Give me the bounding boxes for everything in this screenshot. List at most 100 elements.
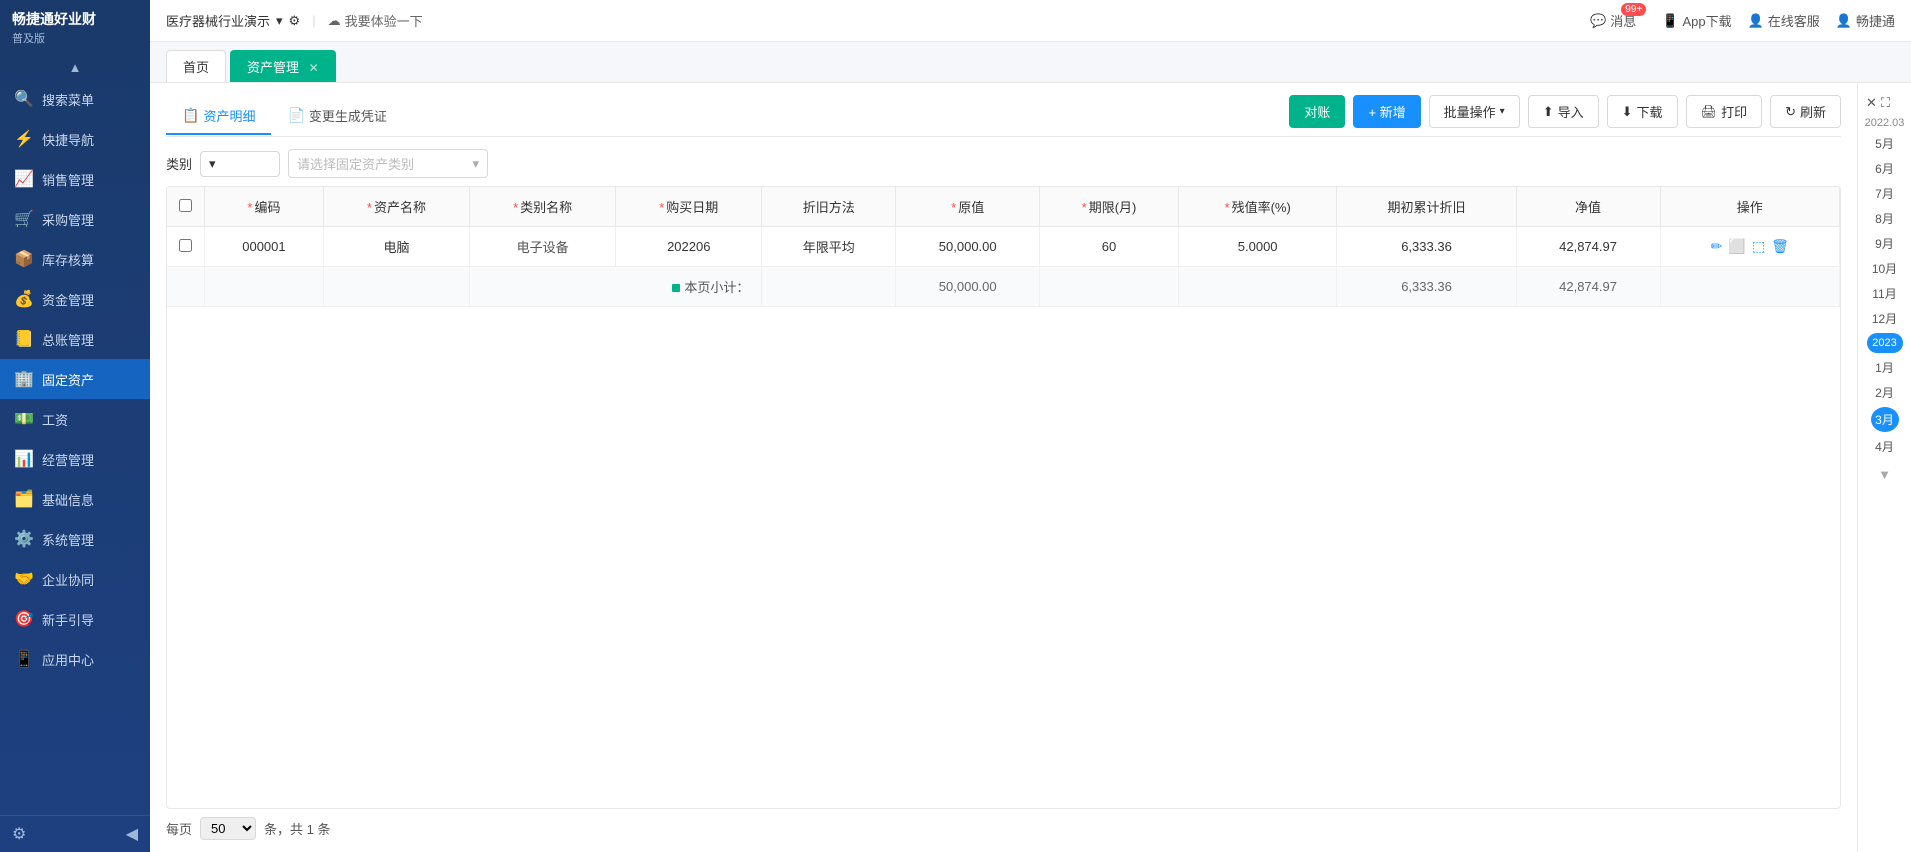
header-code: *编码	[205, 187, 324, 227]
month-10[interactable]: 10月	[1858, 256, 1911, 281]
month-8[interactable]: 8月	[1858, 206, 1911, 231]
month-6[interactable]: 6月	[1858, 156, 1911, 181]
sidebar-item-快捷导航[interactable]: ⚡ 快捷导航	[0, 119, 150, 159]
header-depreciation-method: 折旧方法	[762, 187, 896, 227]
sidebar-label-6: 总账管理	[42, 330, 94, 349]
sidebar-item-固定资产[interactable]: 🏢固定资产	[0, 359, 150, 399]
cell-depreciation-method-0: 年限平均	[762, 227, 896, 267]
experience-button[interactable]: ☁ 我要体验一下	[328, 11, 423, 30]
month-1-2023[interactable]: 1月	[1858, 355, 1911, 380]
month-12[interactable]: 12月	[1858, 306, 1911, 331]
collapse-icon[interactable]: ◀	[126, 824, 138, 844]
row-checkbox-0[interactable]	[179, 239, 192, 252]
sidebar-item-库存核算[interactable]: 📦库存核算	[0, 239, 150, 279]
main-area: 医疗器械行业演示 ▾ ⚙ | ☁ 我要体验一下 💬 消息 99+ 📱 App下载…	[150, 0, 1911, 852]
expand-panel-icon[interactable]: ⛶	[1881, 95, 1890, 111]
sidebar-item-系统管理[interactable]: ⚙️系统管理	[0, 519, 150, 559]
import-button[interactable]: ⬆ 导入	[1528, 95, 1599, 128]
sidebar-item-搜索菜单[interactable]: 🔍搜索菜单	[0, 79, 150, 119]
subtotal-label: 本页小计：	[470, 267, 762, 307]
category-select-arrow: ▾	[209, 156, 216, 172]
year-2022-label: 2022.03	[1858, 115, 1911, 131]
month-5[interactable]: 5月	[1858, 131, 1911, 156]
month-3-2023[interactable]: 3月	[1871, 407, 1899, 432]
sidebar-icon-4: 📦	[14, 249, 34, 269]
month-4-2023[interactable]: 4月	[1858, 434, 1911, 459]
app-title: 畅捷通好业财	[12, 10, 96, 28]
message-badge[interactable]: 💬 消息 99+	[1590, 11, 1636, 30]
asset-detail-icon: 📋	[182, 107, 199, 124]
sidebar-item-销售管理[interactable]: 📈 销售管理	[0, 159, 150, 199]
cell-name-0: 电脑	[323, 227, 469, 267]
subtotal-empty-0	[167, 267, 205, 307]
sidebar-item-采购管理[interactable]: 🛒采购管理	[0, 199, 150, 239]
scroll-down-panel[interactable]: ▼	[1878, 467, 1891, 482]
new-button[interactable]: + 新增	[1353, 95, 1420, 128]
new-label: + 新增	[1368, 102, 1405, 121]
sub-tab-asset-detail[interactable]: 📋 资产明细	[166, 98, 271, 135]
page-content: 📋 资产明细 📄 变更生成凭证 对账 + 新增 批量操作	[150, 83, 1857, 852]
close-panel-icon[interactable]: ✕	[1866, 95, 1877, 111]
sidebar-scroll-up[interactable]: ▲	[0, 56, 150, 79]
sidebar-item-总账管理[interactable]: 📒总账管理	[0, 319, 150, 359]
experience-text: 我要体验一下	[345, 11, 423, 30]
more-icon-0[interactable]: ⬚	[1752, 238, 1765, 255]
category-select[interactable]: ▾	[200, 151, 280, 177]
tab-close-icon[interactable]: ✕	[309, 61, 319, 75]
sidebar-icon-13: 🎯	[14, 609, 34, 629]
tab-asset-management[interactable]: 资产管理 ✕	[230, 50, 336, 82]
company-selector[interactable]: 医疗器械行业演示 ▾ ⚙	[166, 11, 300, 30]
category-input[interactable]: 请选择固定资产类别 ▾	[288, 149, 488, 178]
sidebar-label-1: 快捷导航	[42, 130, 94, 149]
sub-tab-voucher[interactable]: 📄 变更生成凭证	[271, 98, 402, 135]
per-page-select[interactable]: 50 100	[200, 817, 256, 840]
cell-original-value-0: 50,000.00	[896, 227, 1040, 267]
edit-icon-0[interactable]: ✏	[1711, 238, 1723, 255]
settings-icon[interactable]: ⚙	[12, 824, 26, 844]
select-all-checkbox[interactable]	[179, 199, 192, 212]
sidebar-icon-2: 📈	[14, 169, 34, 189]
sidebar-item-应用中心[interactable]: 📱应用中心	[0, 639, 150, 679]
sidebar-item-企业协同[interactable]: 🤝企业协同	[0, 559, 150, 599]
app-download-label: App下载	[1682, 11, 1731, 30]
month-7[interactable]: 7月	[1858, 181, 1911, 206]
header-name: *资产名称	[323, 187, 469, 227]
sub-tab-voucher-label: 变更生成凭证	[309, 106, 387, 125]
print-button[interactable]: 🖨 打印	[1686, 95, 1763, 128]
download-button[interactable]: ⬇ 下载	[1607, 95, 1678, 128]
topbar: 医疗器械行业演示 ▾ ⚙ | ☁ 我要体验一下 💬 消息 99+ 📱 App下载…	[150, 0, 1911, 42]
month-2-2023[interactable]: 2月	[1858, 380, 1911, 405]
sidebar-item-工资[interactable]: 💵工资	[0, 399, 150, 439]
sidebar-item-经营管理[interactable]: 📊经营管理	[0, 439, 150, 479]
sidebar-label-2: 销售管理	[42, 170, 94, 189]
refresh-label: 刷新	[1800, 102, 1826, 121]
settings-company-icon[interactable]: ⚙	[289, 13, 301, 29]
print-icon: 🖨	[1701, 104, 1718, 120]
sidebar-label-7: 固定资产	[42, 370, 94, 389]
sidebar-item-基础信息[interactable]: 🗂️基础信息	[0, 479, 150, 519]
header-net-value: 净值	[1516, 187, 1660, 227]
user-avatar[interactable]: 👤 畅捷通	[1836, 11, 1895, 30]
company-dropdown-icon: ▾	[276, 13, 283, 29]
sidebar-item-新手引导[interactable]: 🎯新手引导	[0, 599, 150, 639]
month-9[interactable]: 9月	[1858, 231, 1911, 256]
customer-service-button[interactable]: 👤 在线客服	[1748, 11, 1820, 30]
copy-icon-0[interactable]: ⬜	[1728, 238, 1745, 255]
header-period: *期限(月)	[1040, 187, 1179, 227]
month-11[interactable]: 11月	[1858, 281, 1911, 306]
sidebar-label-11: 系统管理	[42, 530, 94, 549]
sidebar-icon-12: 🤝	[14, 569, 34, 589]
sidebar-item-资金管理[interactable]: 💰资金管理	[0, 279, 150, 319]
refresh-button[interactable]: ↻ 刷新	[1770, 95, 1841, 128]
reconcile-button[interactable]: 对账	[1289, 95, 1345, 128]
app-download-button[interactable]: 📱 App下载	[1662, 11, 1731, 30]
tabs-bar: 首页 资产管理 ✕	[150, 42, 1911, 83]
avatar-icon: 👤	[1836, 13, 1852, 29]
tab-asset-label: 资产管理	[247, 60, 299, 75]
year-2023-marker: 2023	[1867, 333, 1903, 353]
sidebar-icon-3: 🛒	[14, 209, 34, 229]
tab-home[interactable]: 首页	[166, 50, 226, 82]
sidebar-icon-1: ⚡	[14, 129, 34, 149]
batch-button[interactable]: 批量操作 ▾	[1429, 95, 1520, 128]
delete-icon-0[interactable]: 🗑	[1771, 238, 1789, 255]
